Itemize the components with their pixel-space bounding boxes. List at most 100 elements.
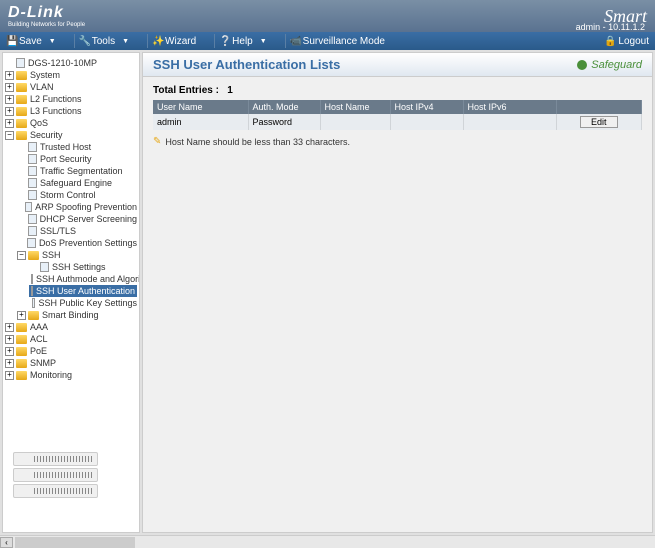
tree-vlan[interactable]: +VLAN xyxy=(5,81,137,93)
logout-button[interactable]: 🔒 Logout xyxy=(604,36,649,47)
tools-icon: 🔧 xyxy=(79,36,89,46)
surveillance-button[interactable]: 📹 Surveillance Mode xyxy=(290,36,385,47)
divider xyxy=(74,34,75,48)
sidebar: DGS-1210-10MP +System +VLAN +L2 Function… xyxy=(2,52,140,533)
scroll-left-arrow[interactable]: ‹ xyxy=(0,537,13,548)
tree-system[interactable]: +System xyxy=(5,69,137,81)
help-label: Help xyxy=(232,36,253,47)
chevron-down-icon: ▼ xyxy=(49,38,56,45)
save-label: Save xyxy=(19,36,42,47)
folder-icon xyxy=(16,107,27,116)
tree-storm-control[interactable]: Storm Control xyxy=(17,189,137,201)
divider xyxy=(285,34,286,48)
tree-monitoring[interactable]: +Monitoring xyxy=(5,369,137,381)
page-icon xyxy=(31,286,33,296)
expand-icon[interactable]: + xyxy=(5,71,14,80)
save-menu[interactable]: 💾 Save ▼ xyxy=(6,36,56,47)
folder-icon xyxy=(16,95,27,104)
folder-icon xyxy=(16,371,27,380)
tree-port-security[interactable]: Port Security xyxy=(17,153,137,165)
tree-acl[interactable]: +ACL xyxy=(5,333,137,345)
content-panel: SSH User Authentication Lists Safeguard … xyxy=(142,52,653,533)
tree-root[interactable]: DGS-1210-10MP xyxy=(5,57,137,69)
edit-button[interactable]: Edit xyxy=(580,116,618,128)
page-icon xyxy=(25,202,32,212)
tree-trusted-host[interactable]: Trusted Host xyxy=(17,141,137,153)
tree-dhcp-screen[interactable]: DHCP Server Screening xyxy=(17,213,137,225)
hint-text: ✎ Host Name should be less than 33 chara… xyxy=(153,136,642,147)
page-icon xyxy=(27,238,36,248)
expand-icon[interactable]: + xyxy=(5,119,14,128)
brand-name: D-Link xyxy=(8,4,85,22)
scroll-thumb[interactable] xyxy=(15,537,135,548)
expand-icon[interactable]: + xyxy=(5,335,14,344)
horizontal-scrollbar[interactable]: ‹ xyxy=(0,535,655,548)
page-icon xyxy=(28,178,37,188)
tree-snmp[interactable]: +SNMP xyxy=(5,357,137,369)
tree-ssl-tls[interactable]: SSL/TLS xyxy=(17,225,137,237)
surveillance-label: Surveillance Mode xyxy=(303,36,385,47)
cell-host xyxy=(320,114,390,130)
save-icon: 💾 xyxy=(6,36,16,46)
tree-arp-spoof[interactable]: ARP Spoofing Prevention xyxy=(17,201,137,213)
tree-dos-prevention[interactable]: DoS Prevention Settings xyxy=(17,237,137,249)
collapse-icon[interactable]: − xyxy=(17,251,26,260)
hint-message: Host Name should be less than 33 charact… xyxy=(165,137,350,147)
help-menu[interactable]: ❔ Help ▼ xyxy=(219,36,267,47)
expand-icon[interactable]: + xyxy=(17,311,26,320)
folder-icon xyxy=(16,131,27,140)
tree-qos[interactable]: +QoS xyxy=(5,117,137,129)
expand-icon[interactable]: + xyxy=(5,95,14,104)
tree-safeguard-engine[interactable]: Safeguard Engine xyxy=(17,177,137,189)
page-icon xyxy=(28,190,37,200)
folder-icon xyxy=(16,335,27,344)
page-icon xyxy=(28,226,37,236)
expand-icon[interactable]: + xyxy=(5,107,14,116)
tree-security[interactable]: −Security xyxy=(5,129,137,141)
expand-icon[interactable]: + xyxy=(5,323,14,332)
page-icon xyxy=(28,214,37,224)
tools-menu[interactable]: 🔧 Tools ▼ xyxy=(79,36,129,47)
folder-icon xyxy=(16,359,27,368)
tree-l2[interactable]: +L2 Functions xyxy=(5,93,137,105)
tree-traffic-seg[interactable]: Traffic Segmentation xyxy=(17,165,137,177)
nav-tree: DGS-1210-10MP +System +VLAN +L2 Function… xyxy=(5,57,137,381)
tree-ssh[interactable]: −SSH xyxy=(17,249,137,261)
toolbar: 💾 Save ▼ 🔧 Tools ▼ ✨ Wizard ❔ Help ▼ 📹 S… xyxy=(0,32,655,50)
tree-poe[interactable]: +PoE xyxy=(5,345,137,357)
cell-ipv4 xyxy=(390,114,463,130)
page-icon xyxy=(32,298,35,308)
col-hostipv4: Host IPv4 xyxy=(390,100,463,114)
divider xyxy=(147,34,148,48)
chevron-down-icon: ▼ xyxy=(260,38,267,45)
brand-logo: D-Link Building Networks for People xyxy=(8,4,85,28)
tree-aaa[interactable]: +AAA xyxy=(5,321,137,333)
logout-label: Logout xyxy=(618,36,649,47)
tree-ssh-pubkey[interactable]: SSH Public Key Settings xyxy=(29,297,137,309)
folder-icon xyxy=(16,347,27,356)
chevron-down-icon: ▼ xyxy=(122,38,129,45)
cell-user: admin xyxy=(153,114,248,130)
tree-l3[interactable]: +L3 Functions xyxy=(5,105,137,117)
safeguard-label: Safeguard xyxy=(591,59,642,71)
admin-info: admin - 10.11.1.2 xyxy=(576,22,645,32)
cell-action: Edit xyxy=(556,114,642,130)
panel-header: SSH User Authentication Lists Safeguard xyxy=(143,53,652,77)
tree-ssh-settings[interactable]: SSH Settings xyxy=(29,261,137,273)
tree-ssh-userlist[interactable]: SSH User Authentication Lists xyxy=(29,285,137,297)
total-value: 1 xyxy=(227,85,233,96)
tree-smart-binding[interactable]: +Smart Binding xyxy=(17,309,137,321)
page-icon xyxy=(28,142,37,152)
wizard-button[interactable]: ✨ Wizard xyxy=(152,36,196,47)
tree-ssh-authmode[interactable]: SSH Authmode and Algorithm Settings xyxy=(29,273,137,285)
folder-icon xyxy=(28,311,39,320)
cell-auth: Password xyxy=(248,114,320,130)
collapse-icon[interactable]: − xyxy=(5,131,14,140)
expand-icon[interactable]: + xyxy=(5,371,14,380)
folder-icon xyxy=(16,323,27,332)
expand-icon[interactable]: + xyxy=(5,83,14,92)
folder-icon xyxy=(16,119,27,128)
expand-icon[interactable]: + xyxy=(5,359,14,368)
table-header-row: User Name Auth. Mode Host Name Host IPv4… xyxy=(153,100,642,114)
expand-icon[interactable]: + xyxy=(5,347,14,356)
